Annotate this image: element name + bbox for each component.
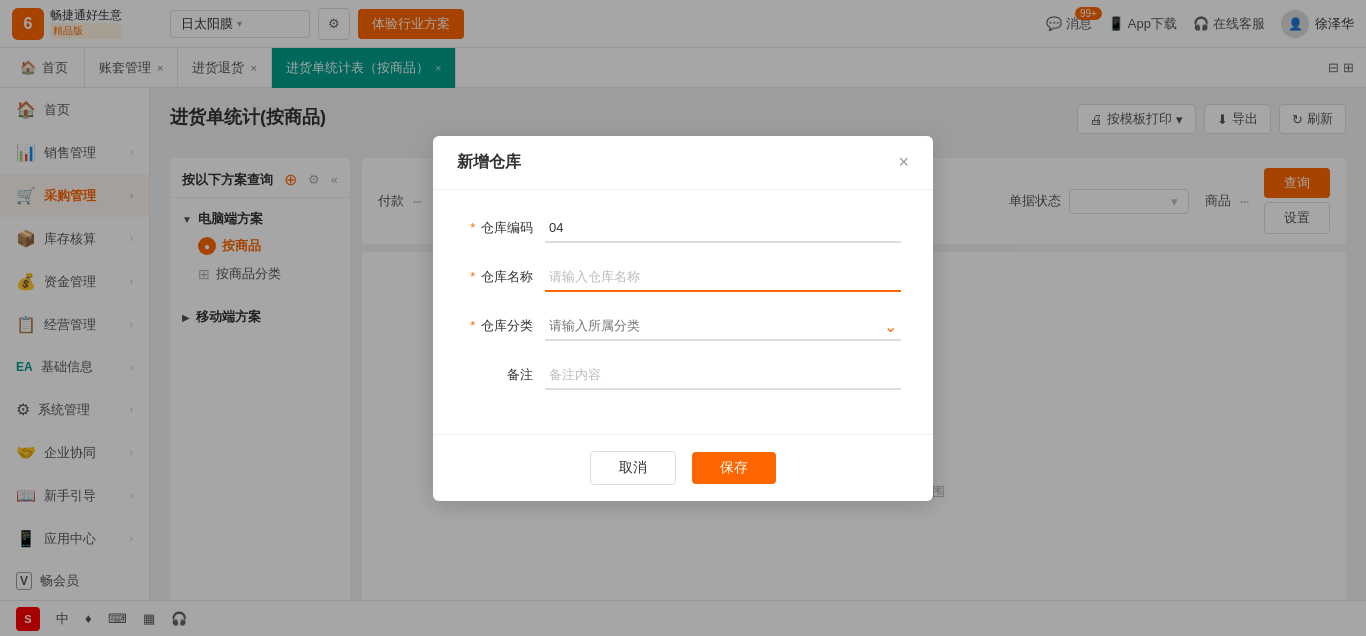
category-form-row: * 仓库分类 ⌄	[465, 312, 901, 341]
name-form-row: * 仓库名称	[465, 263, 901, 292]
note-form-row: 备注	[465, 361, 901, 390]
name-label: * 仓库名称	[465, 268, 545, 286]
modal-overlay: 新增仓库 × * 仓库编码 * 仓库名称	[0, 0, 1366, 636]
modal-close-button[interactable]: ×	[898, 152, 909, 173]
name-input[interactable]	[545, 263, 901, 292]
cancel-button[interactable]: 取消	[590, 451, 676, 485]
modal-body: * 仓库编码 * 仓库名称 * 仓库分类	[433, 190, 933, 434]
code-label: * 仓库编码	[465, 219, 545, 237]
save-button[interactable]: 保存	[692, 452, 776, 484]
category-label: * 仓库分类	[465, 317, 545, 335]
modal-header: 新增仓库 ×	[433, 136, 933, 190]
code-input[interactable]	[545, 214, 901, 243]
modal-title: 新增仓库	[457, 152, 521, 173]
note-label: 备注	[465, 366, 545, 384]
add-warehouse-modal: 新增仓库 × * 仓库编码 * 仓库名称	[433, 136, 933, 501]
category-select-wrapper: ⌄	[545, 312, 901, 341]
note-input[interactable]	[545, 361, 901, 390]
category-select[interactable]	[545, 312, 901, 341]
code-form-row: * 仓库编码	[465, 214, 901, 243]
modal-footer: 取消 保存	[433, 434, 933, 501]
